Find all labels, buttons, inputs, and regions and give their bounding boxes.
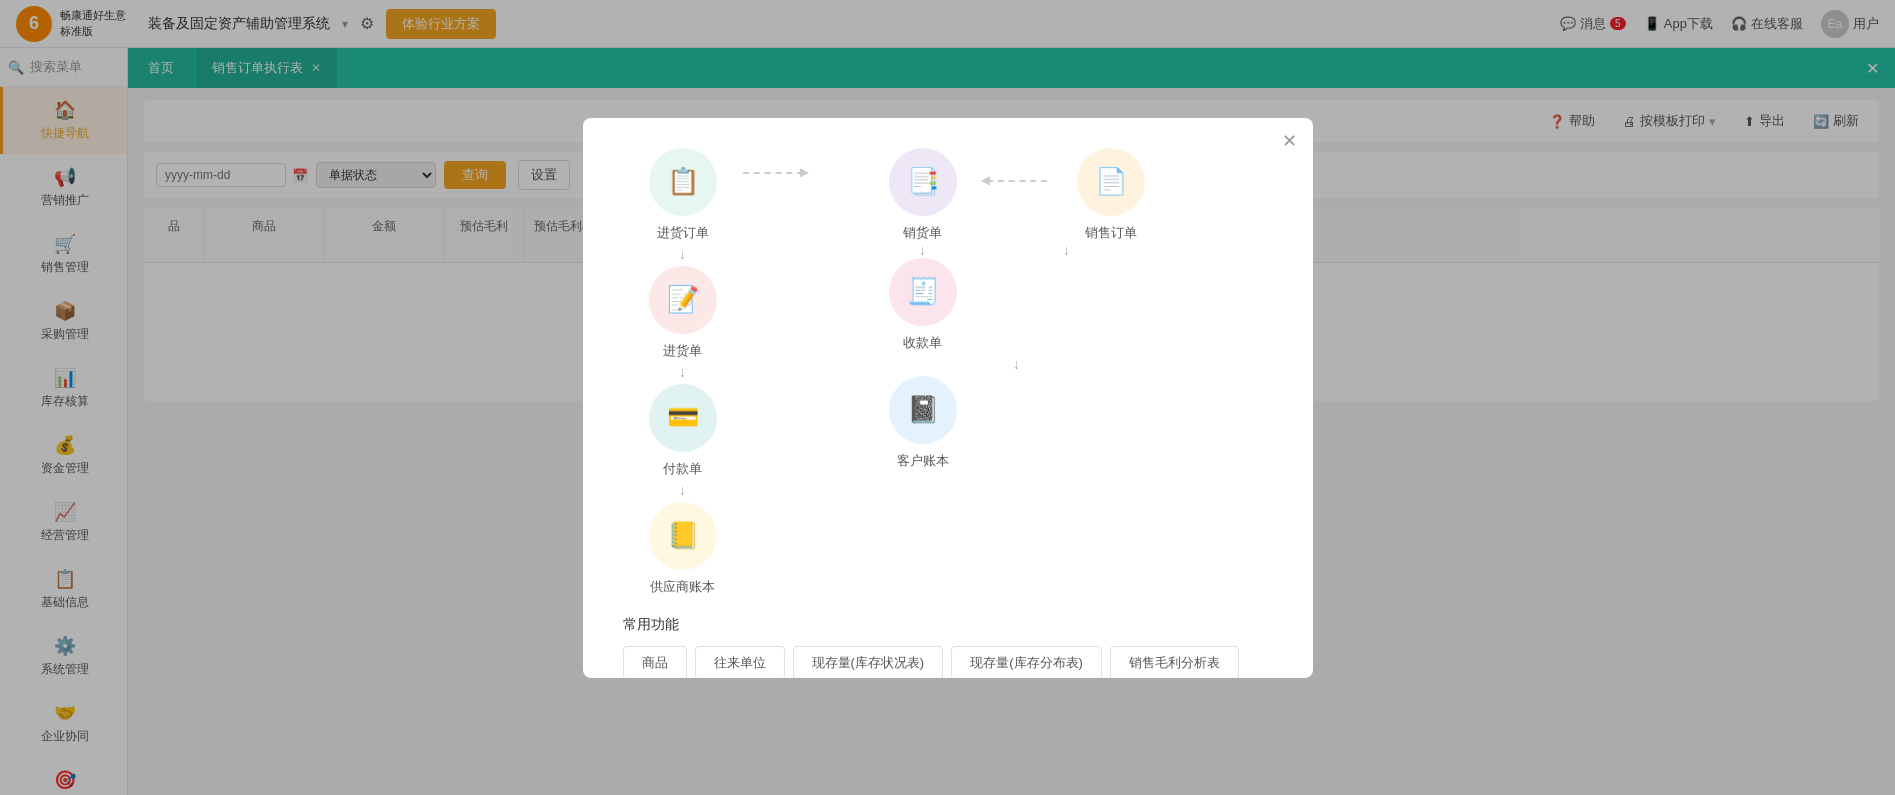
arrow-down-2: ↓ <box>679 364 686 380</box>
purchase-bill-label: 进货单 <box>663 342 702 360</box>
arrow-down-3: ↓ <box>679 482 686 498</box>
flow-node-receipt[interactable]: 🧾 收款单 <box>863 258 983 352</box>
spacer-1 <box>743 182 803 256</box>
common-functions-title: 常用功能 <box>623 616 1273 634</box>
flow-connectors: ▶ <box>743 148 803 264</box>
modal-overlay[interactable]: ✕ 📋 进货订单 ↓ 📝 进货单 ↓ <box>0 0 1895 795</box>
down-arrow-receipt: ↓ <box>957 356 1077 372</box>
func-btn-product[interactable]: 商品 <box>623 646 687 678</box>
sale-bill-label: 销货单 <box>903 224 942 242</box>
flow-top-row: 📑 销货单 ▶ 📄 销售订单 <box>863 148 1171 242</box>
sale-bill-circle: 📑 <box>889 148 957 216</box>
down-arrows-row: ↓ ↓ <box>863 242 1171 258</box>
quick-nav-modal: ✕ 📋 进货订单 ↓ 📝 进货单 ↓ <box>583 118 1313 678</box>
down-arrow-sale-bill: ↓ <box>863 242 983 258</box>
flow-node-purchase-order[interactable]: 📋 进货订单 <box>623 148 743 242</box>
receipt-circle: 🧾 <box>889 258 957 326</box>
sale-order-label: 销售订单 <box>1085 224 1137 242</box>
payment-circle: 💳 <box>649 384 717 452</box>
spacer-arrows <box>983 242 1007 258</box>
purchase-order-circle: 📋 <box>649 148 717 216</box>
supplier-account-circle: 📒 <box>649 502 717 570</box>
func-buttons-row-1: 商品 往来单位 现存量(库存状况表) 现存量(库存分布表) 销售毛利分析表 商品… <box>623 646 1273 678</box>
func-btn-stock-status[interactable]: 现存量(库存状况表) <box>793 646 944 678</box>
flow-node-sale-bill[interactable]: 📑 销货单 <box>863 148 983 242</box>
flow-node-customer-account[interactable]: 📓 客户账本 <box>863 376 983 470</box>
down-arrow-sale-order: ↓ <box>1007 242 1127 258</box>
sale-order-circle: 📄 <box>1077 148 1145 216</box>
func-btn-stock-dist[interactable]: 现存量(库存分布表) <box>951 646 1102 678</box>
payment-label: 付款单 <box>663 460 702 478</box>
flow-node-payment[interactable]: 💳 付款单 <box>623 384 743 478</box>
flow-node-purchase-bill[interactable]: 📝 进货单 <box>623 266 743 360</box>
modal-close-button[interactable]: ✕ <box>1282 130 1297 152</box>
dashed-left-arrow: ▶ <box>987 180 1047 182</box>
supplier-account-label: 供应商账本 <box>650 578 715 596</box>
flow-node-sale-order[interactable]: 📄 销售订单 <box>1051 148 1171 242</box>
flow-node-supplier-account[interactable]: 📒 供应商账本 <box>623 502 743 596</box>
flow-right-col: 📑 销货单 ▶ 📄 销售订单 <box>863 148 1171 470</box>
customer-account-label: 客户账本 <box>897 452 949 470</box>
customer-account-circle: 📓 <box>889 376 957 444</box>
customer-row: 📓 客户账本 <box>863 376 1171 470</box>
receipt-row: 🧾 收款单 <box>863 258 1171 352</box>
flow-left-col: 📋 进货订单 ↓ 📝 进货单 ↓ 💳 付款单 ↓ <box>623 148 743 596</box>
h-arrow-1: ▶ <box>743 172 803 174</box>
common-functions: 常用功能 商品 往来单位 现存量(库存状况表) 现存量(库存分布表) 销售毛利分… <box>623 616 1273 678</box>
flow-diagram: 📋 进货订单 ↓ 📝 进货单 ↓ 💳 付款单 ↓ <box>623 148 1273 596</box>
purchase-bill-circle: 📝 <box>649 266 717 334</box>
purchase-order-label: 进货订单 <box>657 224 709 242</box>
arrow-down-1: ↓ <box>679 246 686 262</box>
func-btn-contacts[interactable]: 往来单位 <box>695 646 785 678</box>
func-btn-sales-profit[interactable]: 销售毛利分析表 <box>1110 646 1239 678</box>
receipt-label: 收款单 <box>903 334 942 352</box>
